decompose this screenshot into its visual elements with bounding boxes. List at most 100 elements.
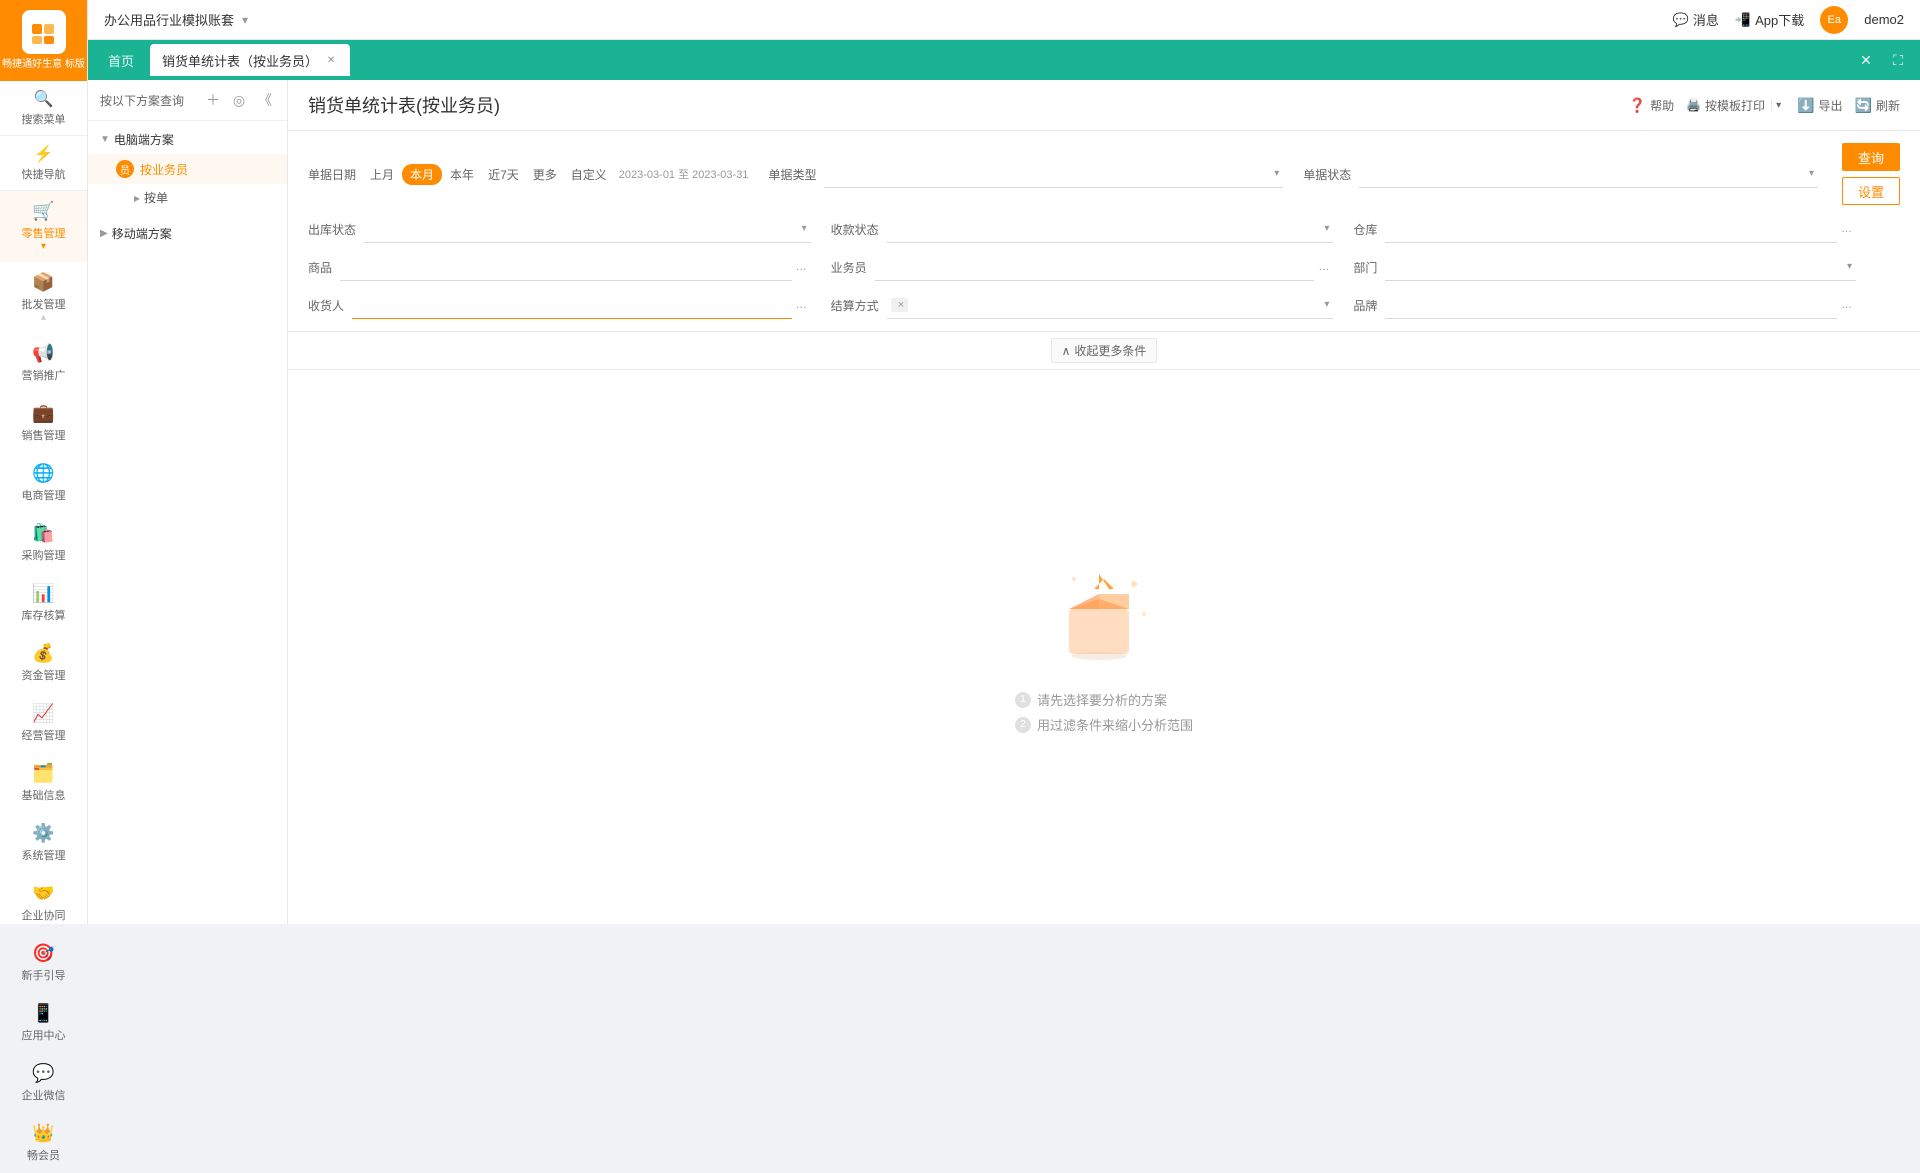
template-print-main[interactable]: 🖨️ 按模板打印	[1686, 97, 1771, 114]
system-icon: ⚙️	[32, 823, 54, 844]
export-label: 导出	[1819, 97, 1843, 114]
sidebar-item-sales[interactable]: 💼 销售管理	[0, 393, 87, 453]
sidebar-item-wechat[interactable]: 💬 企业微信	[0, 1053, 87, 1113]
template-print-btn[interactable]: 🖨️ 按模板打印 ▾	[1686, 97, 1785, 114]
left-scheme-panel: 按以下方案查询 ＋ ◎ 《 ▼ 电脑端方案 员 按业务员 ▸ 按	[88, 80, 288, 924]
sidebar-item-retail[interactable]: 🛒 零售管理 ▾	[0, 191, 87, 262]
brand-more-btn[interactable]: …	[1837, 299, 1856, 311]
settlement-arrow: ▾	[1324, 299, 1329, 310]
content-area: 按以下方案查询 ＋ ◎ 《 ▼ 电脑端方案 员 按业务员 ▸ 按	[88, 80, 1920, 924]
date-tab-custom[interactable]: 自定义	[565, 164, 613, 185]
app-download-btn[interactable]: 📲 App下载	[1735, 10, 1804, 29]
date-tab-this-month[interactable]: 本月	[402, 164, 442, 185]
scheme-group-pc-title[interactable]: ▼ 电脑端方案	[88, 125, 287, 154]
settlement-select[interactable]: × ▾	[887, 291, 1334, 319]
template-print-label: 按模板打印	[1705, 97, 1765, 114]
doc-type-select[interactable]: ▾	[824, 160, 1283, 188]
user-avatar[interactable]: Ea	[1820, 6, 1848, 34]
dept-select[interactable]: ▾	[1385, 253, 1856, 281]
sidebar-item-newbie[interactable]: 🎯 新手引导	[0, 933, 87, 993]
sidebar-item-purchase[interactable]: 🛍️ 采购管理	[0, 513, 87, 573]
settlement-field: 结算方式 × ▾	[831, 291, 1334, 319]
salesman-more-btn[interactable]: …	[1314, 261, 1333, 273]
inventory-icon: 📊	[32, 583, 54, 604]
sidebar-item-ecommerce[interactable]: 🌐 电商管理	[0, 453, 87, 513]
sidebar-item-system[interactable]: ⚙️ 系统管理	[0, 813, 87, 873]
receipt-status-select[interactable]: ▾	[887, 215, 1334, 243]
sidebar-item-enterprise[interactable]: 🤝 企业协同	[0, 873, 87, 933]
settlement-clear-btn[interactable]: ×	[898, 299, 904, 311]
goods-input[interactable]	[340, 253, 792, 281]
settings-btn[interactable]: 设置	[1842, 177, 1900, 205]
panel-add-btn[interactable]: ＋	[203, 90, 223, 110]
date-tab-this-year[interactable]: 本年	[444, 164, 480, 185]
step-num-1: 1	[1015, 692, 1031, 708]
out-status-select[interactable]: ▾	[364, 215, 811, 243]
sidebar-item-basic[interactable]: 🗂️ 基础信息	[0, 753, 87, 813]
scheme-group-mobile-title[interactable]: ▶ 移动端方案	[88, 219, 287, 248]
salesman-input[interactable]	[875, 253, 1315, 281]
sub-icon: ▸	[134, 191, 140, 205]
quick-nav-label: 快捷导航	[22, 166, 66, 182]
retail-label: 零售管理	[22, 225, 66, 241]
panel-collapse-btn[interactable]: 《	[255, 90, 275, 110]
tab-sales-stat-label: 销货单统计表（按业务员）	[162, 51, 318, 70]
salesman-field: 业务员 …	[831, 253, 1334, 281]
doc-status-select[interactable]: ▾	[1359, 160, 1818, 188]
date-tab-more[interactable]: 更多	[527, 164, 563, 185]
header-left: 办公用品行业模拟账套 ▾	[104, 10, 248, 29]
scheme-sub-item-by-order[interactable]: ▸ 按单	[88, 184, 287, 211]
page-title: 销货单统计表(按业务员)	[308, 92, 500, 118]
brand-input[interactable]	[1385, 291, 1837, 319]
tab-close-btn[interactable]: ✕	[324, 53, 338, 67]
consignee-input[interactable]	[352, 291, 792, 319]
header-dropdown-btn[interactable]: ▾	[242, 13, 248, 27]
group-arrow-icon: ▼	[100, 134, 110, 145]
page-header: 销货单统计表(按业务员) ❓ 帮助 🖨️ 按模板打印 ▾ ⬇️	[288, 80, 1920, 131]
refresh-btn[interactable]: 🔄 刷新	[1855, 97, 1900, 114]
sidebar-item-appcenter[interactable]: 📱 应用中心	[0, 993, 87, 1053]
message-btn[interactable]: 💬 消息	[1673, 10, 1719, 29]
quick-nav-btn[interactable]: ⚡ 快捷导航	[0, 136, 87, 191]
appcenter-icon: 📱	[32, 1003, 54, 1024]
sidebar-logo[interactable]: 畅捷通好生意 标版	[0, 0, 87, 81]
sidebar-search-btn[interactable]: 🔍 搜索菜单	[0, 81, 87, 136]
date-tab-7days[interactable]: 近7天	[482, 164, 525, 185]
sidebar-item-marketing[interactable]: 📢 营销推广	[0, 333, 87, 393]
goods-more-btn[interactable]: …	[792, 261, 811, 273]
help-btn[interactable]: ❓ 帮助	[1629, 97, 1674, 114]
tab-expand-btn[interactable]: ⛶	[1884, 46, 1912, 74]
date-label: 单据日期	[308, 166, 356, 183]
panel-copy-btn[interactable]: ◎	[229, 90, 249, 110]
warehouse-more-btn[interactable]: …	[1837, 223, 1856, 235]
consignee-more-btn[interactable]: …	[792, 299, 811, 311]
wholesale-icon: 📦	[32, 272, 54, 293]
template-print-arrow[interactable]: ▾	[1771, 100, 1785, 111]
sidebar-item-member[interactable]: 👑 畅会员	[0, 1113, 87, 1173]
scheme-item-by-salesman[interactable]: 员 按业务员	[88, 154, 287, 184]
group-label: 电脑端方案	[114, 131, 174, 148]
message-label: 消息	[1693, 10, 1719, 29]
search-label: 搜索菜单	[22, 111, 66, 127]
sidebar-item-wholesale[interactable]: 📦 批发管理 ▴	[0, 262, 87, 333]
operations-icon: 📈	[32, 703, 54, 724]
sidebar-item-inventory[interactable]: 📊 库存核算	[0, 573, 87, 633]
tab-home[interactable]: 首页	[96, 44, 146, 76]
warehouse-input[interactable]	[1385, 215, 1837, 243]
basic-icon: 🗂️	[32, 763, 54, 784]
sidebar-item-finance[interactable]: 💰 资金管理	[0, 633, 87, 693]
user-name: demo2	[1864, 12, 1904, 27]
brand-field: 品牌 …	[1353, 291, 1856, 319]
warehouse-field: 仓库 …	[1353, 215, 1856, 243]
tab-bar-actions: ✕ ⛶	[1852, 46, 1912, 74]
export-btn[interactable]: ⬇️ 导出	[1797, 97, 1842, 114]
tab-sales-stat[interactable]: 销货单统计表（按业务员） ✕	[150, 44, 350, 76]
sidebar-item-operations[interactable]: 📈 经营管理	[0, 693, 87, 753]
salesman-scheme-label: 按业务员	[140, 161, 188, 178]
query-btn[interactable]: 查询	[1842, 143, 1900, 171]
tab-close-window-btn[interactable]: ✕	[1852, 46, 1880, 74]
empty-steps-list: 1 请先选择要分析的方案 2 用过滤条件来缩小分析范围	[1015, 690, 1193, 740]
export-icon: ⬇️	[1797, 97, 1814, 114]
collapse-conditions-btn[interactable]: ∧ 收起更多条件	[1051, 338, 1158, 363]
date-tab-last-month[interactable]: 上月	[364, 164, 400, 185]
